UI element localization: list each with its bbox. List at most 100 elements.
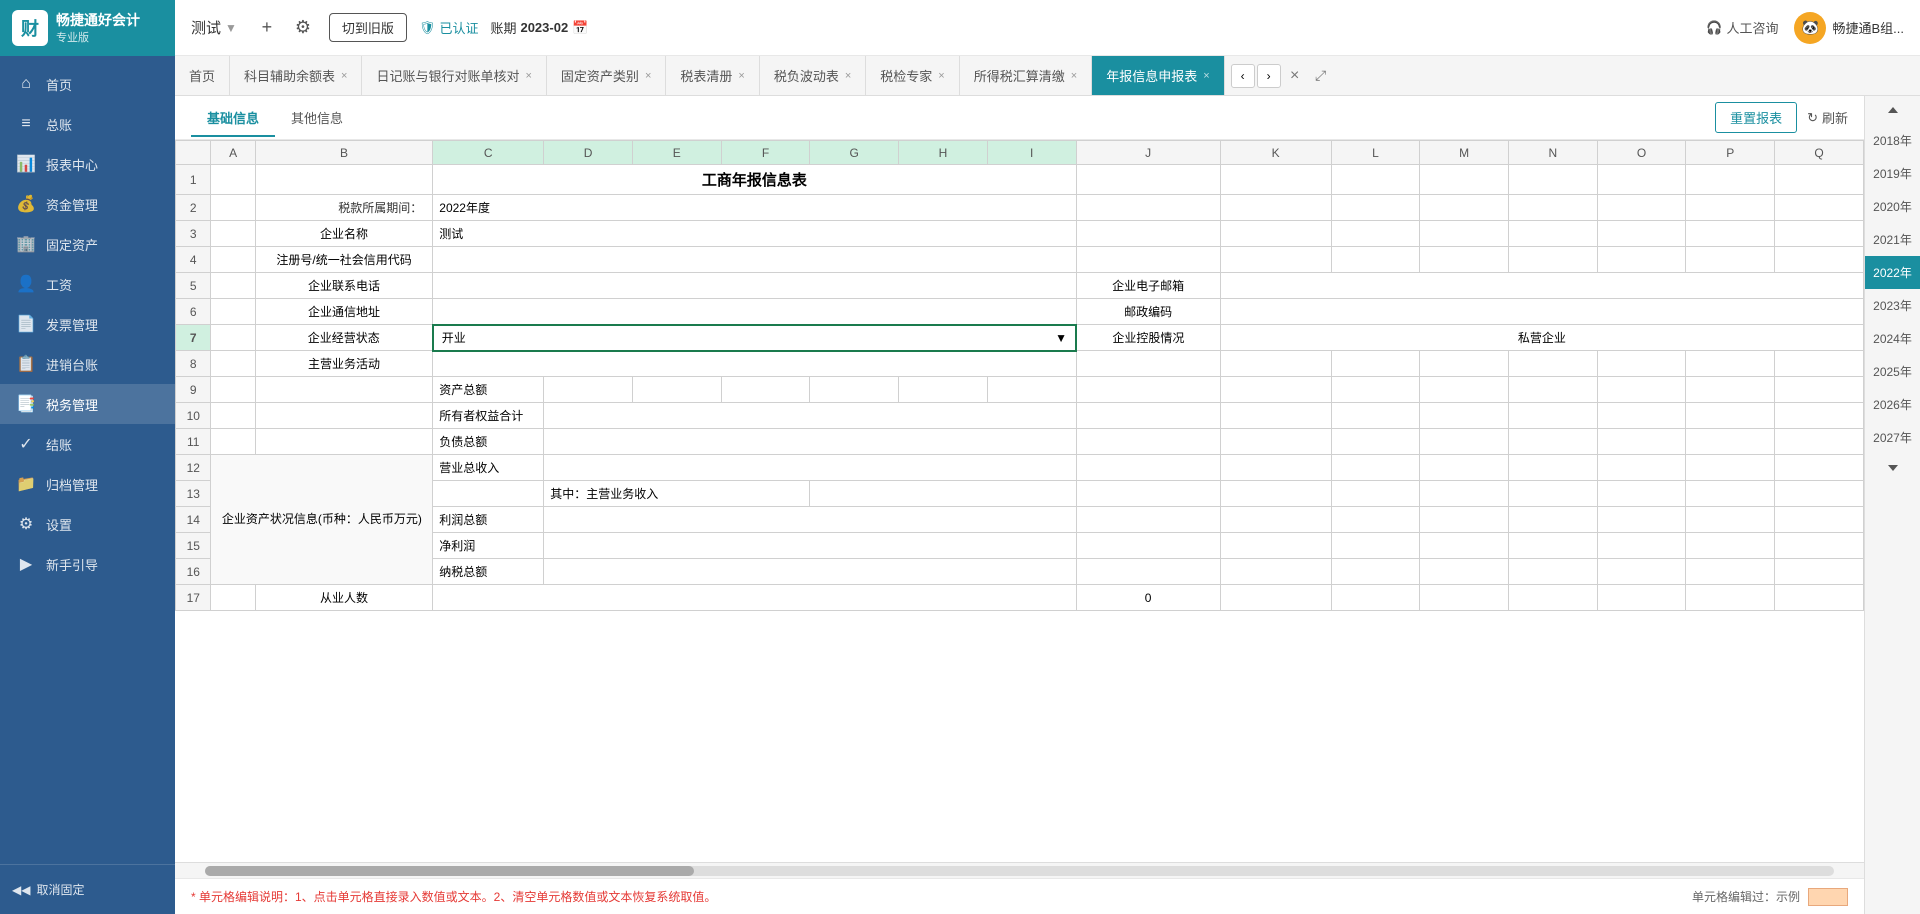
cell-11-A[interactable] (211, 429, 255, 455)
cell-3-B[interactable]: 企业名称 (255, 221, 432, 247)
settings-btn[interactable]: ⚙ (289, 14, 317, 42)
year-item-2020[interactable]: 2020年 (1865, 190, 1920, 223)
cell-13-J[interactable] (1076, 481, 1220, 507)
cell-10-B[interactable] (255, 403, 432, 429)
cell-6-J[interactable]: 邮政编码 (1076, 299, 1220, 325)
cell-14-L[interactable] (1331, 507, 1420, 533)
cell-5-phone[interactable] (433, 273, 1076, 299)
sidebar-item-report[interactable]: 📊 报表中心 (0, 144, 175, 184)
cell-9-Q[interactable] (1775, 377, 1864, 403)
cell-5-B[interactable]: 企业联系电话 (255, 273, 432, 299)
cell-9-E[interactable] (632, 377, 721, 403)
switch-version-btn[interactable]: 切到旧版 (329, 13, 407, 42)
cell-11-B[interactable] (255, 429, 432, 455)
cell-6-postcode[interactable] (1220, 299, 1863, 325)
cell-9-H[interactable] (899, 377, 988, 403)
cell-13-G-I[interactable] (810, 481, 1076, 507)
tab-tax-inspect-close[interactable]: × (938, 70, 944, 82)
cell-12-Q[interactable] (1775, 455, 1864, 481)
cancel-fix-btn[interactable]: ◀◀ 取消固定 (0, 873, 175, 906)
tab-tax-inspect[interactable]: 税检专家 × (866, 56, 959, 96)
tab-annual-close[interactable]: × (1203, 70, 1209, 82)
calendar-icon[interactable]: 📅 (572, 20, 588, 36)
cell-4-B[interactable]: 注册号/统一社会信用代码 (255, 247, 432, 273)
cell-7-A[interactable] (211, 325, 255, 351)
cell-6-address[interactable] (433, 299, 1076, 325)
year-item-2022[interactable]: 2022年 (1865, 256, 1920, 289)
tab-income-tax[interactable]: 所得税汇算清缴 × (960, 56, 1092, 96)
col-header-O[interactable]: O (1597, 141, 1686, 165)
cell-6-A[interactable] (211, 299, 255, 325)
cell-10-N[interactable] (1509, 403, 1598, 429)
cell-3-L[interactable] (1331, 221, 1420, 247)
cell-7-B[interactable]: 企业经营状态 (255, 325, 432, 351)
cell-10-val[interactable] (544, 403, 1076, 429)
cell-16-C[interactable]: 纳税总额 (433, 559, 544, 585)
cell-16-val[interactable] (544, 559, 1076, 585)
cell-16-J[interactable] (1076, 559, 1220, 585)
cell-8-M[interactable] (1420, 351, 1509, 377)
cell-2-M[interactable] (1420, 195, 1509, 221)
tab-journal[interactable]: 日记账与银行对账单核对 × (362, 56, 546, 96)
tab-annual[interactable]: 年报信息申报表 × (1092, 56, 1224, 96)
cell-14-J[interactable] (1076, 507, 1220, 533)
sidebar-item-settings[interactable]: ⚙ 设置 (0, 504, 175, 544)
consult-btn[interactable]: 🎧 人工咨询 (1706, 18, 1778, 37)
cell-3-O[interactable] (1597, 221, 1686, 247)
cell-15-Q[interactable] (1775, 533, 1864, 559)
year-scroll-down-btn[interactable] (1865, 454, 1920, 482)
cell-4-reg[interactable] (433, 247, 1076, 273)
col-header-J[interactable]: J (1076, 141, 1220, 165)
cell-2-O[interactable] (1597, 195, 1686, 221)
cell-15-J[interactable] (1076, 533, 1220, 559)
cell-4-P[interactable] (1686, 247, 1775, 273)
year-item-2018[interactable]: 2018年 (1865, 124, 1920, 157)
cell-14-Q[interactable] (1775, 507, 1864, 533)
year-item-2027[interactable]: 2027年 (1865, 421, 1920, 454)
cell-9-C[interactable]: 资产总额 (433, 377, 544, 403)
cell-13-K[interactable] (1220, 481, 1331, 507)
cell-12-M[interactable] (1420, 455, 1509, 481)
col-header-D[interactable]: D (544, 141, 633, 165)
tab-income-tax-close[interactable]: × (1071, 70, 1077, 82)
cell-3-M[interactable] (1420, 221, 1509, 247)
cell-17-P[interactable] (1686, 585, 1775, 611)
sidebar-item-settle[interactable]: ✓ 结账 (0, 424, 175, 464)
cell-17-L[interactable] (1331, 585, 1420, 611)
cell-15-C[interactable]: 净利润 (433, 533, 544, 559)
cell-14-N[interactable] (1509, 507, 1598, 533)
cell-2-A[interactable] (211, 195, 255, 221)
cell-9-O[interactable] (1597, 377, 1686, 403)
tab-tax-form-close[interactable]: × (738, 70, 744, 82)
cell-4-N[interactable] (1509, 247, 1598, 273)
cell-1-L[interactable] (1331, 165, 1420, 195)
tab-journal-close[interactable]: × (525, 70, 531, 82)
cell-12-J[interactable] (1076, 455, 1220, 481)
cell-15-K[interactable] (1220, 533, 1331, 559)
cell-8-P[interactable] (1686, 351, 1775, 377)
year-item-2019[interactable]: 2019年 (1865, 157, 1920, 190)
cell-4-K[interactable] (1220, 247, 1331, 273)
cell-17-M[interactable] (1420, 585, 1509, 611)
project-selector[interactable]: 测试 ▼ (191, 17, 237, 38)
cell-16-K[interactable] (1220, 559, 1331, 585)
year-scroll-up-btn[interactable] (1865, 96, 1920, 124)
cell-9-B[interactable] (255, 377, 432, 403)
tab-fixed-type[interactable]: 固定资产类别 × (547, 56, 666, 96)
cell-15-O[interactable] (1597, 533, 1686, 559)
col-header-B[interactable]: B (255, 141, 432, 165)
cell-1-Q[interactable] (1775, 165, 1864, 195)
cell-17-J[interactable]: 0 (1076, 585, 1220, 611)
cell-8-B[interactable]: 主营业务活动 (255, 351, 432, 377)
cell-1-N[interactable] (1509, 165, 1598, 195)
cell-12-O[interactable] (1597, 455, 1686, 481)
cell-10-Q[interactable] (1775, 403, 1864, 429)
cell-15-M[interactable] (1420, 533, 1509, 559)
cell-12-L[interactable] (1331, 455, 1420, 481)
cell-2-K[interactable] (1220, 195, 1331, 221)
cell-4-O[interactable] (1597, 247, 1686, 273)
tab-aux-close[interactable]: × (341, 70, 347, 82)
cell-11-val[interactable] (544, 429, 1076, 455)
cell-13-Q[interactable] (1775, 481, 1864, 507)
cell-5-A[interactable] (211, 273, 255, 299)
